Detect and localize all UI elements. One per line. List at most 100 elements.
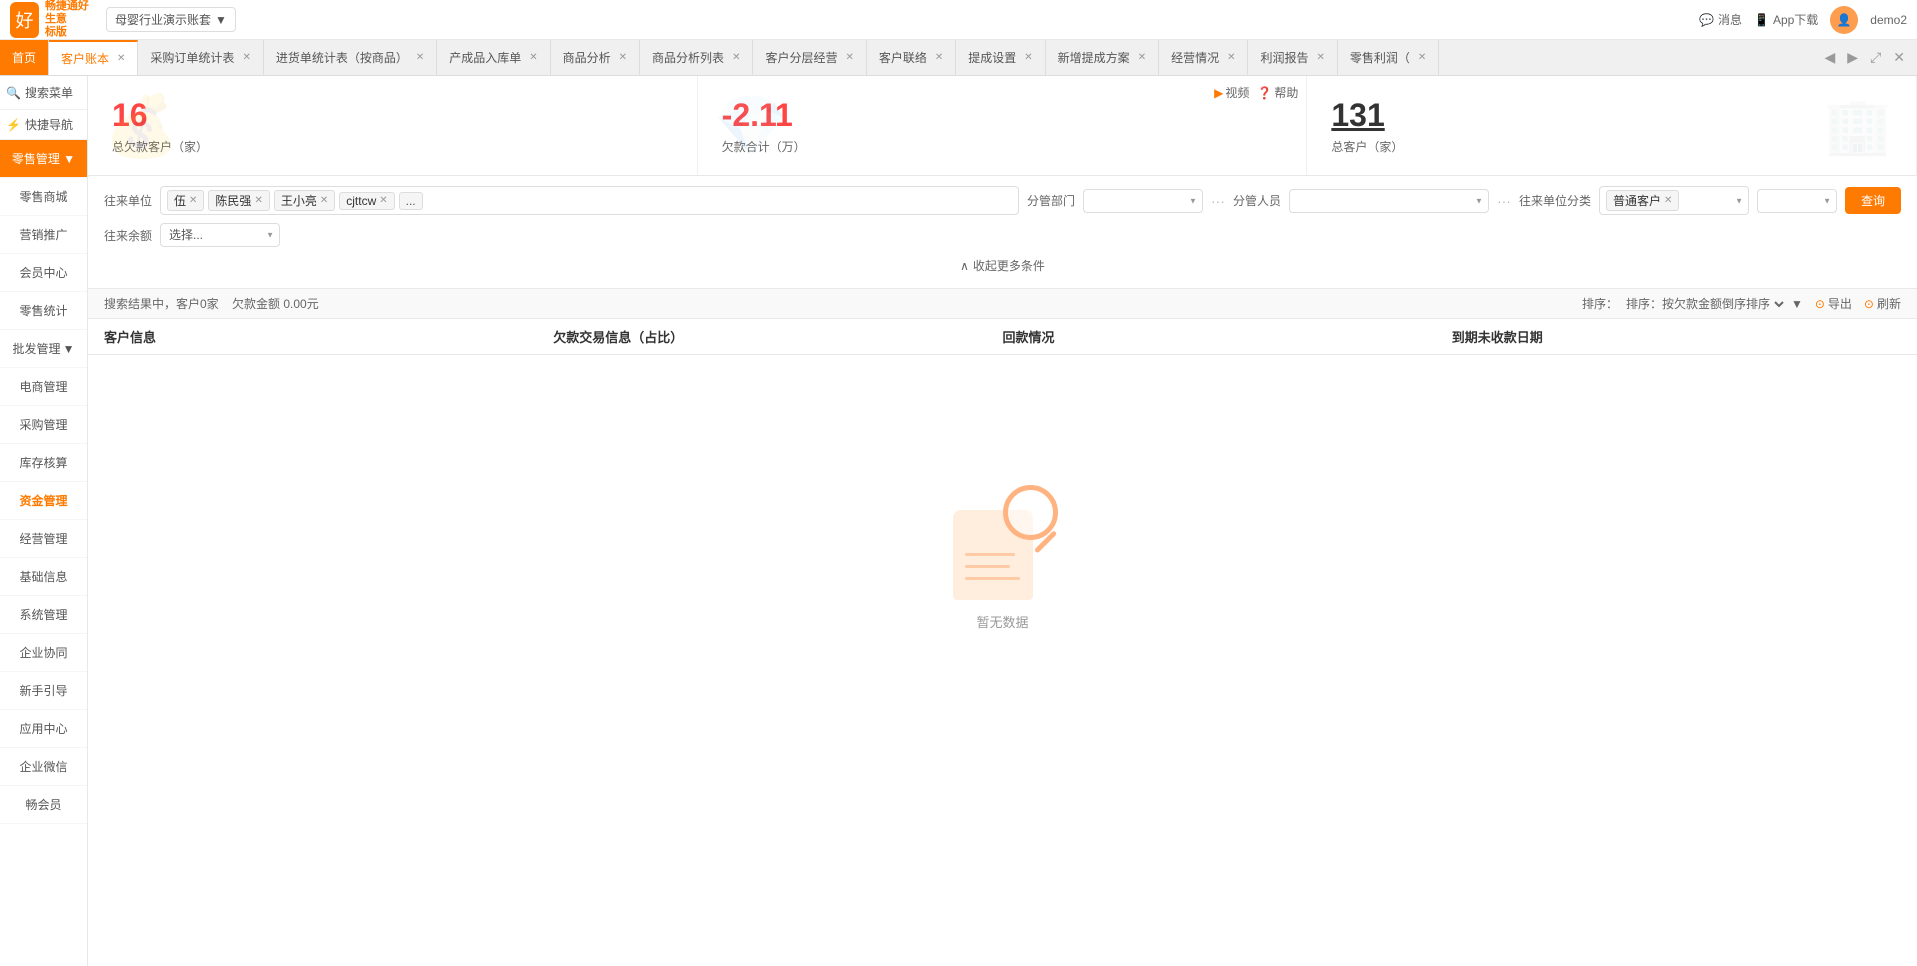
sidebar-item-retail-mall[interactable]: 零售商城 <box>0 178 87 216</box>
video-btn[interactable]: ▶ 视频 <box>1214 84 1249 101</box>
tab-close-icon[interactable]: ✕ <box>529 52 537 63</box>
sidebar-item-wholesale-mgmt[interactable]: 批发管理 ▼ <box>0 330 87 368</box>
tab-product-analysis-list[interactable]: 商品分析列表 ✕ <box>640 40 753 76</box>
tab-home[interactable]: 首页 <box>0 40 49 76</box>
filter-tag-normal-customer[interactable]: 普通客户 ✕ <box>1606 190 1679 211</box>
dept-select[interactable] <box>1083 189 1203 213</box>
person-select-wrap <box>1289 189 1489 213</box>
logo-icon: 好 <box>10 2 39 38</box>
sidebar-item-enterprise-wechat[interactable]: 企业微信 <box>0 748 87 786</box>
tab-product-analysis[interactable]: 商品分析 ✕ <box>551 40 640 76</box>
person-more-icon[interactable]: ··· <box>1497 193 1511 209</box>
tag-close-icon[interactable]: ✕ <box>254 195 262 206</box>
refresh-btn[interactable]: ⊙ 刷新 <box>1864 295 1901 312</box>
tab-customer-segment[interactable]: 客户分层经营 ✕ <box>753 40 866 76</box>
sidebar-item-finance[interactable]: 资金管理 <box>0 482 87 520</box>
tab-operations[interactable]: 经营情况 ✕ <box>1159 40 1248 76</box>
tab-close-icon[interactable]: ✕ <box>1024 52 1032 63</box>
stat-bg-icon: 💰 <box>104 90 179 161</box>
tab-product-inbound[interactable]: 产成品入库单 ✕ <box>437 40 550 76</box>
sidebar-item-system[interactable]: 系统管理 <box>0 596 87 634</box>
tab-bar: 首页 客户账本 ✕ 采购订单统计表 ✕ 进货单统计表（按商品） ✕ 产成品入库单… <box>0 40 1917 76</box>
header-bar: 好 畅捷通好生意 标版 母婴行业演示账套 ▼ 💬 消息 📱 App下载 👤 de <box>0 0 1917 40</box>
category-filter-tags[interactable]: 普通客户 ✕ <box>1599 186 1749 215</box>
filter-tag-cjttcw[interactable]: cjttcw ✕ <box>339 192 394 210</box>
dept-more-icon[interactable]: ··· <box>1211 193 1225 209</box>
avatar[interactable]: 👤 <box>1830 6 1858 34</box>
logo-text: 畅捷通好生意 标版 <box>45 0 98 39</box>
balance-select[interactable]: 选择... <box>160 223 280 247</box>
tab-close-icon[interactable]: ✕ <box>732 52 740 63</box>
sidebar-item-vip-member[interactable]: 畅会员 <box>0 786 87 824</box>
sort-area: 排序： 排序：按欠款金额倒序排序 ▼ <box>1582 295 1803 312</box>
tab-close-all-btn[interactable]: ✕ <box>1889 47 1909 68</box>
search-btn[interactable]: 查询 <box>1845 187 1901 214</box>
tab-purchase-orders[interactable]: 采购订单统计表 ✕ <box>138 40 263 76</box>
collapse-row: ∧ 收起更多条件 <box>104 253 1901 278</box>
tab-next-btn[interactable]: ▶ <box>1843 47 1862 68</box>
total-customers-value: 131 <box>1331 97 1384 134</box>
tag-close-icon[interactable]: ✕ <box>379 195 387 206</box>
tab-promotion-settings[interactable]: 提成设置 ✕ <box>956 40 1045 76</box>
total-customers-label: 总客户（家） <box>1331 138 1403 155</box>
tab-close-icon[interactable]: ✕ <box>117 53 125 64</box>
tab-add-achievement[interactable]: 新增提成方案 ✕ <box>1046 40 1159 76</box>
sidebar-item-operations-mgmt[interactable]: 经营管理 <box>0 520 87 558</box>
sort-select[interactable]: 排序：按欠款金额倒序排序 <box>1622 296 1787 312</box>
filter-tag-wu[interactable]: 伍 ✕ <box>167 190 204 211</box>
tab-close-icon[interactable]: ✕ <box>242 52 250 63</box>
sidebar-item-marketing[interactable]: 营销推广 <box>0 216 87 254</box>
tab-close-icon[interactable]: ✕ <box>1317 52 1325 63</box>
unit-label: 往来单位 <box>104 192 152 209</box>
stat-total-customers: 🏢 131 总客户（家） <box>1307 76 1917 175</box>
person-select[interactable] <box>1289 189 1489 213</box>
sidebar-search[interactable]: 🔍 搜索菜单 <box>0 76 87 110</box>
sidebar-item-purchase-mgmt[interactable]: 采购管理 <box>0 406 87 444</box>
sidebar-quick-nav[interactable]: ⚡ 快捷导航 <box>0 110 87 140</box>
stat-bg-icon2: 💎 <box>714 90 789 161</box>
tab-maximize-btn[interactable]: ⤢ <box>1866 47 1885 68</box>
tab-close-icon[interactable]: ✕ <box>935 52 943 63</box>
sidebar-item-app-center[interactable]: 应用中心 <box>0 710 87 748</box>
message-btn[interactable]: 💬 消息 <box>1699 11 1742 28</box>
more-tags-btn[interactable]: ... <box>399 192 423 210</box>
sidebar-item-basic-info[interactable]: 基础信息 <box>0 558 87 596</box>
sidebar-item-members[interactable]: 会员中心 <box>0 254 87 292</box>
tab-close-icon[interactable]: ✕ <box>1227 52 1235 63</box>
filter-tag-wang[interactable]: 王小亮 ✕ <box>274 190 335 211</box>
sidebar-item-retail-stats[interactable]: 零售统计 <box>0 292 87 330</box>
sidebar-item-inventory[interactable]: 库存核算 <box>0 444 87 482</box>
tab-close-icon[interactable]: ✕ <box>416 52 424 63</box>
sidebar-item-enterprise[interactable]: 企业协同 <box>0 634 87 672</box>
tab-close-icon[interactable]: ✕ <box>1418 52 1426 63</box>
app-download-btn[interactable]: 📱 App下载 <box>1754 11 1818 28</box>
category-dropdown[interactable] <box>1757 189 1837 213</box>
tag-close-icon[interactable]: ✕ <box>189 195 197 206</box>
magnifier-circle <box>1003 485 1058 540</box>
col-overdue-date: 到期未收款日期 <box>1452 327 1901 346</box>
tab-profit-report[interactable]: 利润报告 ✕ <box>1248 40 1337 76</box>
help-btn[interactable]: ❓ 帮助 <box>1257 84 1298 101</box>
tag-close-icon[interactable]: ✕ <box>1664 195 1672 206</box>
tab-close-icon[interactable]: ✕ <box>619 52 627 63</box>
chevron-up-icon: ∧ <box>960 259 969 273</box>
tag-close-icon[interactable]: ✕ <box>320 195 328 206</box>
search-result-text: 搜索结果中，客户0家 欠款金额 0.00元 <box>104 295 319 312</box>
collapse-btn[interactable]: ∧ 收起更多条件 <box>952 253 1053 278</box>
tab-retail-profit[interactable]: 零售利润（ ✕ <box>1338 40 1439 76</box>
tab-close-icon[interactable]: ✕ <box>1138 52 1146 63</box>
sidebar-item-ecommerce[interactable]: 电商管理 <box>0 368 87 406</box>
store-selector[interactable]: 母婴行业演示账套 ▼ <box>106 7 236 32</box>
content-area: 💰 16 总欠款客户（家） 💎 -2.11 欠款合计（万） ▶ 视频 ❓ <box>88 76 1917 966</box>
tab-customer-contact[interactable]: 客户联络 ✕ <box>867 40 956 76</box>
filter-tag-chen[interactable]: 陈民强 ✕ <box>208 190 269 211</box>
sidebar-item-new-guide[interactable]: 新手引导 <box>0 672 87 710</box>
tab-prev-btn[interactable]: ◀ <box>1821 47 1840 68</box>
tab-inbound-stats[interactable]: 进货单统计表（按商品） ✕ <box>264 40 437 76</box>
tab-accounts[interactable]: 客户账本 ✕ <box>49 40 138 76</box>
stat-bg-icon3: 🏢 <box>1824 93 1892 158</box>
sidebar-item-retail-mgmt[interactable]: 零售管理 ▼ <box>0 140 87 178</box>
tab-close-icon[interactable]: ✕ <box>845 52 853 63</box>
export-btn[interactable]: ⊙ 导出 <box>1815 295 1852 312</box>
unit-filter-tags[interactable]: 伍 ✕ 陈民强 ✕ 王小亮 ✕ cjttcw ✕ <box>160 186 1019 215</box>
